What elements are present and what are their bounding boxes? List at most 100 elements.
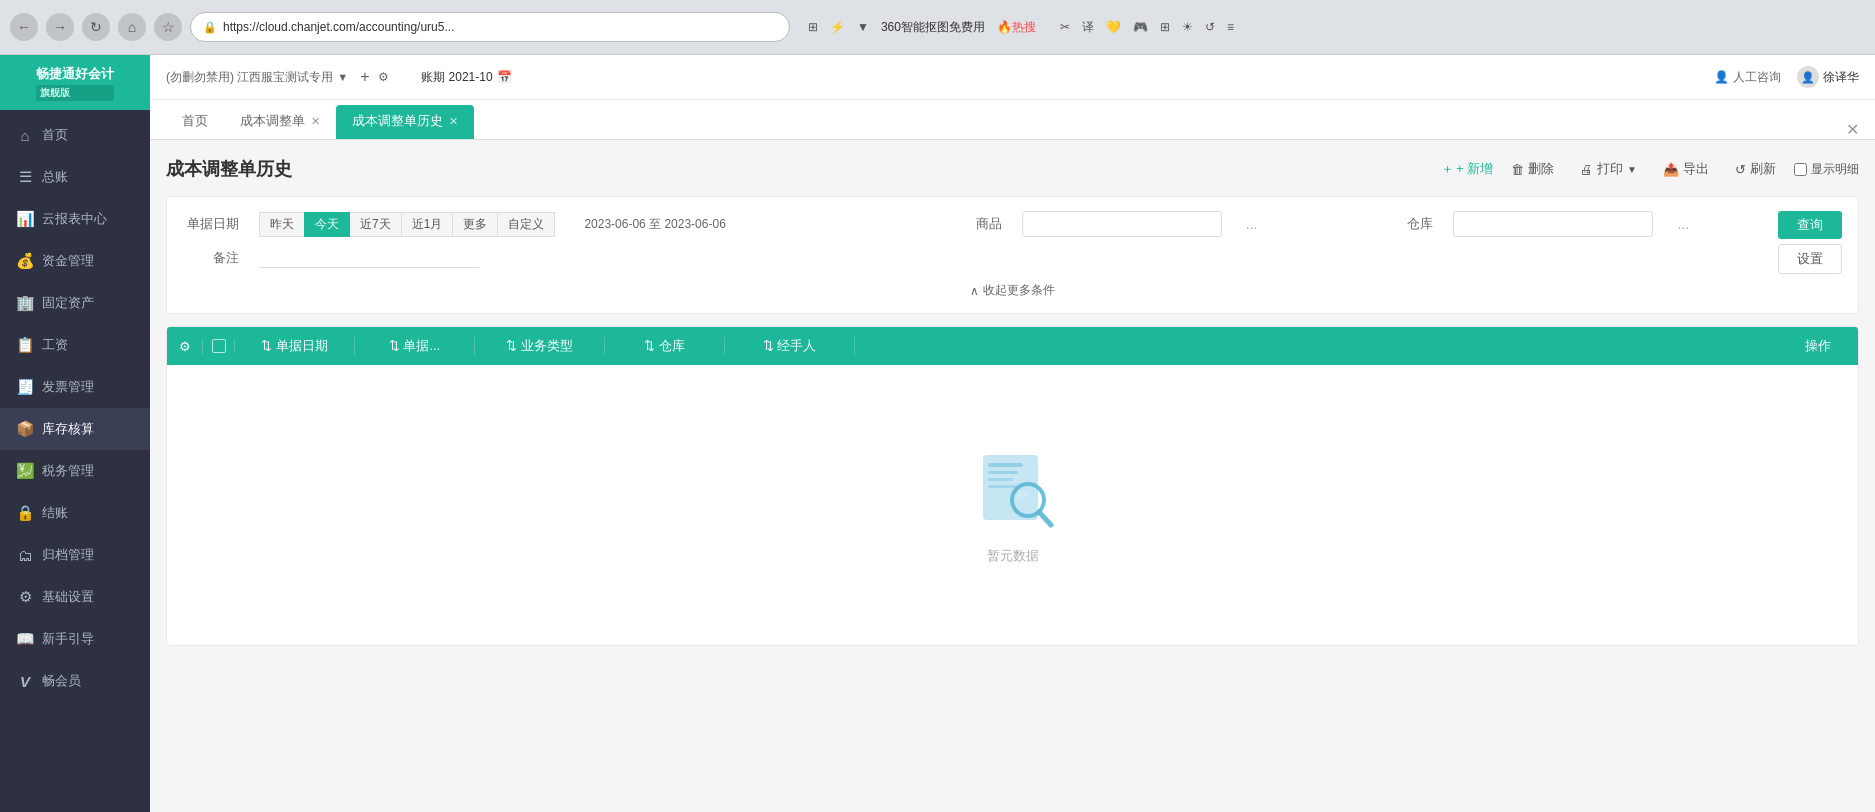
th-warehouse[interactable]: ⇅ 仓库 [605,337,725,355]
delete-button[interactable]: 🗑 删除 [1503,156,1562,182]
sidebar-item-member[interactable]: V 畅会员 [0,660,150,702]
sidebar-item-invoice[interactable]: 🧾 发票管理 [0,366,150,408]
add-button[interactable]: ＋ + 新增 [1441,160,1493,178]
home-button[interactable]: ⌂ [118,13,146,41]
translate-icon[interactable]: 译 [1082,19,1094,36]
sidebar-item-label: 工资 [42,336,68,354]
th-gear[interactable]: ⚙ [167,339,203,354]
add-label: + 新增 [1456,160,1493,178]
date-filter-label: 单据日期 [183,215,239,233]
hot-search-icon[interactable]: 🔥热搜 [997,19,1036,36]
th-num-label: ⇅ 单据... [389,337,440,355]
goods-dots[interactable]: ... [1246,216,1258,232]
svg-rect-2 [988,471,1018,474]
sidebar-item-fixed-asset[interactable]: 🏢 固定资产 [0,282,150,324]
th-handler[interactable]: ⇅ 经手人 [725,337,855,355]
select-all-checkbox[interactable] [212,339,226,353]
company-selector[interactable]: (勿删勿禁用) 江西服宝测试专用 ▼ + ⚙ [166,68,389,86]
sidebar-item-label: 新手引导 [42,630,94,648]
th-action-label: 操作 [1805,337,1831,355]
archive-icon: 🗂 [16,547,34,564]
tab-cost-adjust-close[interactable]: ✕ [311,115,320,128]
remark-input[interactable] [259,247,479,268]
url-bar[interactable]: 🔒 https://cloud.chanjet.com/accounting/u… [190,12,790,42]
tab-home-label: 首页 [182,112,208,130]
back-button[interactable]: ← [10,13,38,41]
sidebar-item-label: 发票管理 [42,378,94,396]
close-all-tabs-icon[interactable]: ✕ [1846,120,1859,139]
company-settings-icon[interactable]: ⚙ [378,70,389,84]
svg-rect-4 [988,485,1016,488]
undo-icon[interactable]: ↺ [1205,20,1215,34]
sidebar-item-label: 结账 [42,504,68,522]
query-button[interactable]: 查询 [1778,211,1842,239]
date-btn-today[interactable]: 今天 [304,212,350,237]
dropdown-icon[interactable]: ▼ [857,20,869,34]
sidebar-item-close[interactable]: 🔒 结账 [0,492,150,534]
scissors-icon[interactable]: ✂ [1060,20,1070,34]
collapse-button[interactable]: ∧ 收起更多条件 [970,282,1055,299]
lightning-icon[interactable]: ⚡ [830,20,845,34]
show-detail-checkbox[interactable]: 显示明细 [1794,161,1859,178]
date-btn-1month[interactable]: 近1月 [401,212,454,237]
browser-chrome: ← → ↻ ⌂ ☆ 🔒 https://cloud.chanjet.com/ac… [0,0,1875,55]
tab-cost-adjust-history-close[interactable]: ✕ [449,115,458,128]
sidebar-item-report[interactable]: 📊 云报表中心 [0,198,150,240]
logo-sub: 旗舰版 [36,85,114,101]
sidebar-item-capital[interactable]: 💰 资金管理 [0,240,150,282]
refresh-icon: ↺ [1735,162,1746,177]
tab-cost-adjust[interactable]: 成本调整单 ✕ [224,105,336,139]
service-label: 人工咨询 [1733,69,1781,86]
grid-icon[interactable]: ⊞ [1160,20,1170,34]
sidebar-item-tax[interactable]: 💹 税务管理 [0,450,150,492]
show-detail-input[interactable] [1794,163,1807,176]
th-checkbox[interactable] [203,339,235,353]
th-num[interactable]: ⇅ 单据... [355,337,475,355]
sidebar-item-inventory[interactable]: 📦 库存核算 [0,408,150,450]
warehouse-input[interactable] [1453,211,1653,237]
sidebar-item-guide[interactable]: 📖 新手引导 [0,618,150,660]
star-button[interactable]: ☆ [154,13,182,41]
export-label: 导出 [1683,160,1709,178]
print-dropdown-icon[interactable]: ▼ [1627,164,1637,175]
date-btn-7days[interactable]: 近7天 [349,212,402,237]
sidebar-item-ledger[interactable]: ☰ 总账 [0,156,150,198]
tab-cost-adjust-history[interactable]: 成本调整单历史 ✕ [336,105,474,139]
warehouse-dots[interactable]: ... [1677,216,1689,232]
export-button[interactable]: 📤 导出 [1655,156,1717,182]
sidebar-item-label: 基础设置 [42,588,94,606]
refresh-button[interactable]: ↺ 刷新 [1727,156,1784,182]
menu-icon[interactable]: ≡ [1227,20,1234,34]
th-type-label: ⇅ 业务类型 [506,337,573,355]
extensions-icon[interactable]: ⊞ [808,20,818,34]
print-icon: 🖨 [1580,162,1593,177]
collapse-label: 收起更多条件 [983,282,1055,299]
brightness-icon[interactable]: ☀ [1182,20,1193,34]
tab-home[interactable]: 首页 [166,105,224,139]
th-date[interactable]: ⇅ 单据日期 [235,337,355,355]
refresh-button[interactable]: ↻ [82,13,110,41]
filter-settings-button[interactable]: 设置 [1778,244,1842,274]
user-menu[interactable]: 👤 徐译华 [1797,66,1859,88]
sidebar-item-archive[interactable]: 🗂 归档管理 [0,534,150,576]
member-icon: V [16,673,34,690]
company-dropdown-icon[interactable]: ▼ [337,71,348,83]
forward-button[interactable]: → [46,13,74,41]
service-button[interactable]: 👤 人工咨询 [1714,69,1781,86]
date-btn-custom[interactable]: 自定义 [497,212,555,237]
date-btn-yesterday[interactable]: 昨天 [259,212,305,237]
goods-input[interactable] [1022,211,1222,237]
sidebar-item-salary[interactable]: 📋 工资 [0,324,150,366]
sidebar-item-settings[interactable]: ⚙ 基础设置 [0,576,150,618]
print-button[interactable]: 🖨 打印 ▼ [1572,156,1645,182]
sidebar-item-home[interactable]: ⌂ 首页 [0,114,150,156]
game-icon[interactable]: 🎮 [1133,20,1148,34]
query-settings-group: 查询 设置 [1778,211,1842,274]
main-content: (勿删勿禁用) 江西服宝测试专用 ▼ + ⚙ 账期 2021-10 📅 👤 人工… [150,55,1875,812]
wallet-icon[interactable]: 💛 [1106,20,1121,34]
calendar-icon[interactable]: 📅 [497,70,512,84]
date-btn-more[interactable]: 更多 [452,212,498,237]
add-company-icon[interactable]: + [360,68,369,86]
th-type[interactable]: ⇅ 业务类型 [475,337,605,355]
period-value: 2021-10 [449,70,493,84]
